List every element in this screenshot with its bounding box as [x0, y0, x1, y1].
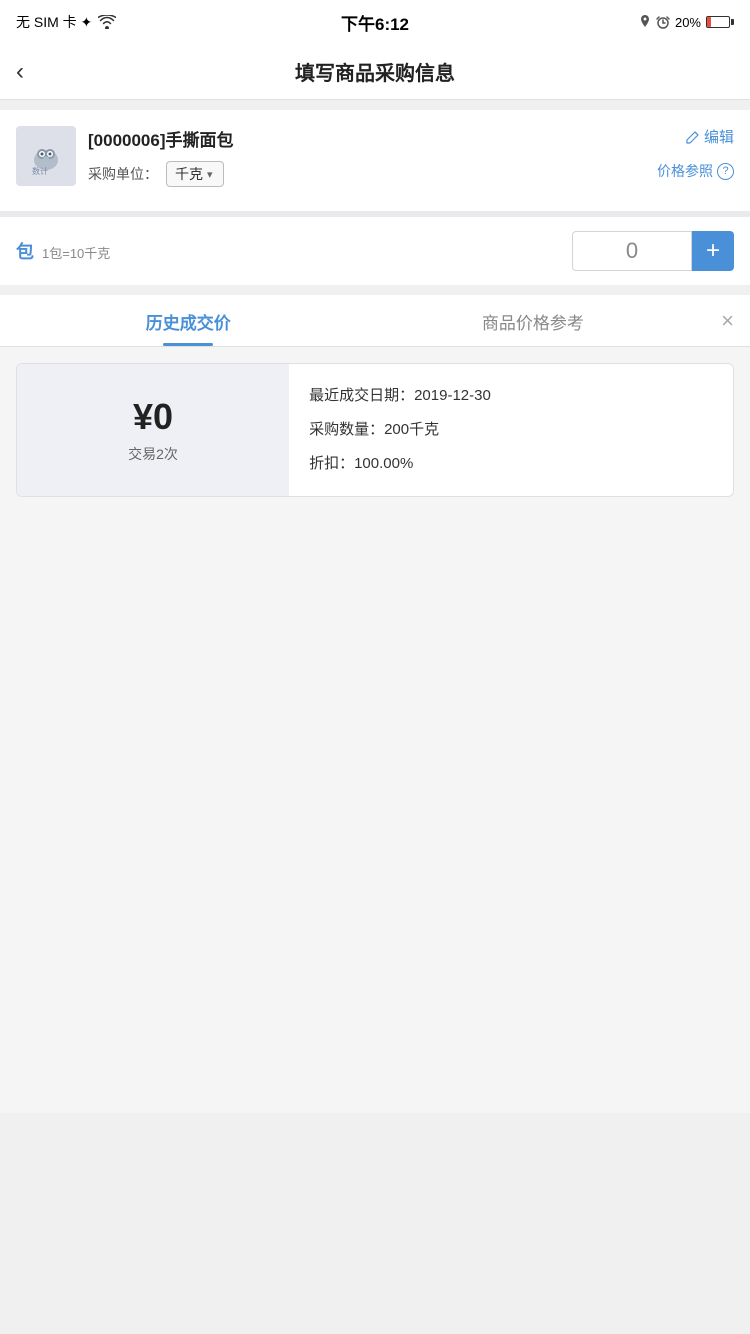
quantity-input[interactable]: 0 — [572, 231, 692, 271]
price-card-right: 最近成交日期：2019-12-30 采购数量：200千克 折扣：100.00% — [289, 364, 733, 496]
qty-unit: 包 — [16, 238, 34, 264]
product-name: [0000006]手撕面包 — [88, 126, 234, 151]
product-card: 数计 [0000006]手撕面包 采购单位： 千克 ▾ — [0, 110, 750, 211]
price-card: ¥0 交易2次 最近成交日期：2019-12-30 采购数量：200千克 折扣：… — [16, 363, 734, 497]
battery-icon — [706, 16, 734, 28]
bottom-space — [0, 513, 750, 1113]
status-time: 下午6:12 — [341, 10, 409, 35]
tab-history-price[interactable]: 历史成交价 — [16, 295, 361, 346]
qty-left: 包 1包=10千克 — [16, 238, 110, 264]
question-icon: ? — [717, 163, 734, 180]
price-detail-date: 最近成交日期：2019-12-30 — [309, 384, 713, 408]
unit-value: 千克 — [175, 164, 203, 184]
price-detail-discount: 折扣：100.00% — [309, 452, 713, 476]
quantity-row: 包 1包=10千克 0 + — [0, 217, 750, 285]
svg-text:数计: 数计 — [32, 166, 48, 176]
tabs-section: 历史成交价 商品价格参考 × ¥0 交易2次 最近成交日期：2019-12-30… — [0, 295, 750, 513]
tab-close-button[interactable]: × — [705, 300, 734, 342]
tabs-header: 历史成交价 商品价格参考 × — [0, 295, 750, 347]
unit-arrow-icon: ▾ — [207, 168, 213, 181]
status-left: 无 SIM 卡 ✦ — [16, 12, 116, 32]
price-transactions: 交易2次 — [128, 444, 178, 464]
edit-button[interactable]: 编辑 — [686, 126, 734, 147]
unit-label: 采购单位： — [88, 164, 158, 184]
price-detail-quantity: 采购数量：200千克 — [309, 418, 713, 442]
nav-bar: ‹ 填写商品采购信息 — [0, 44, 750, 100]
alarm-icon — [656, 15, 670, 29]
price-amount: ¥0 — [133, 396, 173, 438]
status-right: 20% — [639, 15, 734, 30]
product-image: 数计 — [26, 136, 66, 176]
product-details: [0000006]手撕面包 采购单位： 千克 ▾ — [88, 126, 234, 187]
quantity-plus-button[interactable]: + — [692, 231, 734, 271]
product-unit-row: 采购单位： 千克 ▾ — [88, 161, 234, 187]
product-header: 数计 [0000006]手撕面包 采购单位： 千克 ▾ — [16, 126, 734, 187]
status-bar: 无 SIM 卡 ✦ 下午6:12 20% — [0, 0, 750, 44]
product-info: 数计 [0000006]手撕面包 采购单位： 千克 ▾ — [16, 126, 234, 187]
price-ref-button[interactable]: 价格参照 ? — [657, 161, 734, 181]
page-title: 填写商品采购信息 — [295, 57, 455, 86]
sim-status: 无 SIM 卡 ✦ — [16, 12, 92, 32]
location-icon — [639, 15, 651, 29]
unit-selector[interactable]: 千克 ▾ — [166, 161, 224, 187]
battery-percent: 20% — [675, 15, 701, 30]
price-card-area: ¥0 交易2次 最近成交日期：2019-12-30 采购数量：200千克 折扣：… — [0, 347, 750, 513]
tab-product-price-ref[interactable]: 商品价格参考 — [361, 295, 706, 346]
price-card-left: ¥0 交易2次 — [17, 364, 289, 496]
qty-right: 0 + — [572, 231, 734, 271]
right-column: 编辑 价格参照 ? — [657, 126, 734, 181]
edit-icon — [686, 130, 700, 144]
qty-conversion: 1包=10千克 — [42, 243, 110, 262]
wifi-icon — [98, 15, 116, 29]
back-button[interactable]: ‹ — [16, 54, 32, 90]
product-thumbnail: 数计 — [16, 126, 76, 186]
